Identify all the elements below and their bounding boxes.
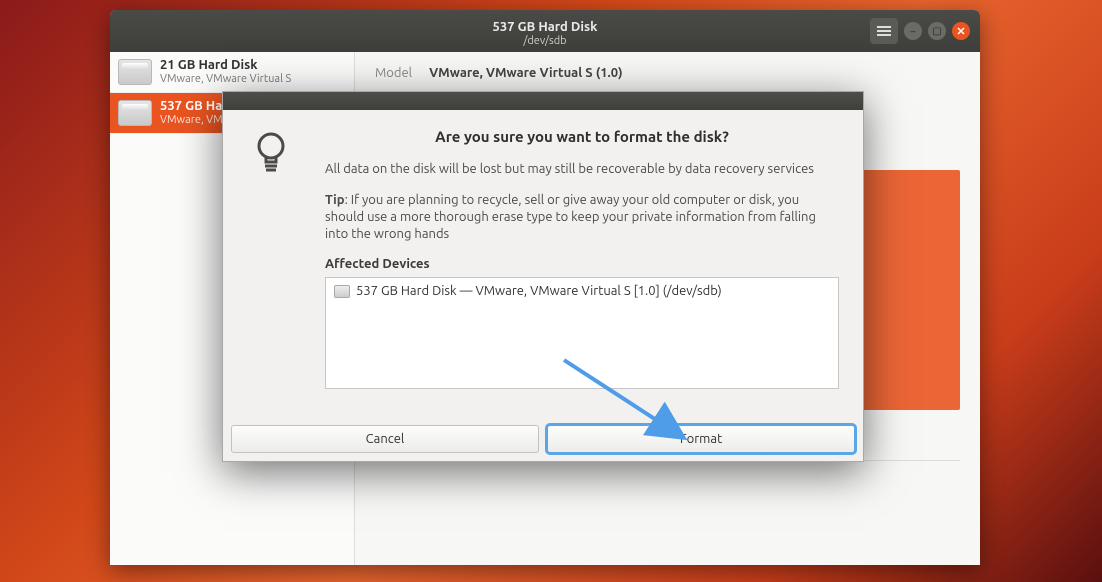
format-confirm-dialog: Are you sure you want to format the disk… (222, 91, 864, 462)
cancel-button[interactable]: Cancel (231, 425, 539, 453)
device-title: 21 GB Hard Disk (160, 58, 291, 72)
affected-device-text: 537 GB Hard Disk — VMware, VMware Virtua… (356, 284, 722, 298)
affected-devices-list: 537 GB Hard Disk — VMware, VMware Virtua… (325, 277, 839, 389)
hard-disk-icon (118, 59, 152, 85)
hard-disk-icon (334, 285, 350, 298)
dialog-warning-text: All data on the disk will be lost but ma… (325, 161, 839, 178)
format-button-label: Format (680, 432, 722, 446)
affected-devices-label: Affected Devices (325, 257, 839, 271)
app-menu-button[interactable] (870, 18, 898, 44)
tip-body: : If you are planning to recycle, sell o… (325, 193, 816, 241)
device-item-21gb[interactable]: 21 GB Hard Disk VMware, VMware Virtual S (110, 52, 354, 93)
window-maximize-button[interactable]: ▢ (928, 22, 946, 40)
affected-device-row[interactable]: 537 GB Hard Disk — VMware, VMware Virtua… (334, 284, 830, 298)
hamburger-icon (877, 30, 891, 32)
window-title-block: 537 GB Hard Disk /dev/sdb (110, 14, 980, 48)
dialog-titlebar (223, 92, 863, 110)
hard-disk-icon (118, 100, 152, 126)
format-button[interactable]: Format (547, 425, 855, 453)
window-minimize-button[interactable]: – (904, 22, 922, 40)
device-subtitle: VMware, VMware Virtual S (160, 72, 291, 86)
cancel-button-label: Cancel (366, 432, 405, 446)
window-subtitle: /dev/sdb (110, 34, 980, 48)
dialog-title: Are you sure you want to format the disk… (325, 128, 839, 145)
model-value: VMware, VMware Virtual S (1.0) (429, 66, 623, 80)
dialog-tip-text: Tip: If you are planning to recycle, sel… (325, 192, 839, 243)
tip-icon (247, 128, 295, 389)
model-row: Model VMware, VMware Virtual S (1.0) (375, 66, 960, 80)
window-close-button[interactable] (952, 22, 970, 40)
model-label: Model (375, 66, 412, 80)
separator (375, 460, 960, 484)
window-title: 537 GB Hard Disk (110, 20, 980, 34)
tip-label: Tip (325, 193, 345, 207)
close-icon (956, 26, 966, 36)
titlebar: 537 GB Hard Disk /dev/sdb – ▢ (110, 10, 980, 52)
